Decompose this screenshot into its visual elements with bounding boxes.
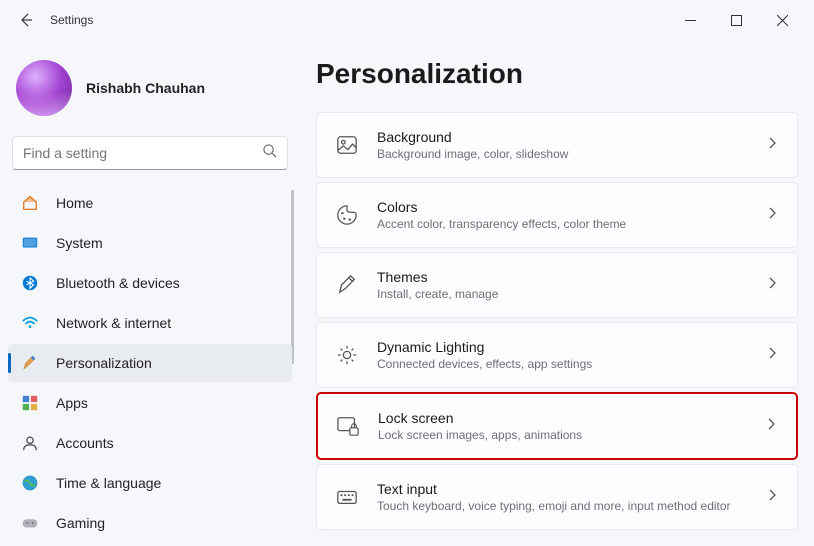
card-subtitle: Touch keyboard, voice typing, emoji and … — [377, 499, 765, 513]
sidebar-item-label: Apps — [56, 395, 88, 411]
accounts-icon — [20, 433, 40, 453]
chevron-right-icon — [765, 346, 779, 365]
system-icon — [20, 233, 40, 253]
username: Rishabh Chauhan — [86, 80, 205, 96]
profile-section[interactable]: Rishabh Chauhan — [8, 50, 292, 136]
maximize-button[interactable] — [722, 6, 750, 34]
card-subtitle: Background image, color, slideshow — [377, 147, 765, 161]
lock-screen-icon — [336, 414, 360, 438]
sidebar-item-label: Personalization — [56, 355, 152, 371]
sidebar-item-label: System — [56, 235, 103, 251]
sidebar-item-label: Accounts — [56, 435, 114, 451]
main-content: Personalization Background Background im… — [300, 40, 814, 546]
sidebar-item-accounts[interactable]: Accounts — [8, 424, 292, 462]
card-title: Themes — [377, 269, 765, 285]
maximize-icon — [731, 15, 742, 26]
avatar — [16, 60, 72, 116]
card-title: Text input — [377, 481, 765, 497]
card-title: Lock screen — [378, 410, 764, 426]
chevron-right-icon — [764, 417, 778, 436]
sidebar-item-apps[interactable]: Apps — [8, 384, 292, 422]
gaming-icon — [20, 513, 40, 533]
home-icon — [20, 193, 40, 213]
card-text-input[interactable]: Text input Touch keyboard, voice typing,… — [316, 464, 798, 530]
sidebar-item-time[interactable]: Time & language — [8, 464, 292, 502]
back-arrow-icon — [18, 12, 34, 28]
sidebar-item-bluetooth[interactable]: Bluetooth & devices — [8, 264, 292, 302]
card-subtitle: Accent color, transparency effects, colo… — [377, 217, 765, 231]
page-title: Personalization — [316, 58, 798, 90]
sidebar-item-label: Home — [56, 195, 93, 211]
sidebar-item-gaming[interactable]: Gaming — [8, 504, 292, 542]
card-lock-screen[interactable]: Lock screen Lock screen images, apps, an… — [316, 392, 798, 460]
card-background[interactable]: Background Background image, color, slid… — [316, 112, 798, 178]
card-dynamic-lighting[interactable]: Dynamic Lighting Connected devices, effe… — [316, 322, 798, 388]
sidebar-item-network[interactable]: Network & internet — [8, 304, 292, 342]
colors-icon — [335, 203, 359, 227]
card-subtitle: Connected devices, effects, app settings — [377, 357, 765, 371]
search-input[interactable] — [23, 145, 262, 161]
minimize-button[interactable] — [676, 6, 704, 34]
titlebar: Settings — [0, 0, 814, 40]
close-button[interactable] — [768, 6, 796, 34]
scrollbar[interactable] — [291, 190, 294, 364]
chevron-right-icon — [765, 276, 779, 295]
window-title: Settings — [50, 13, 93, 27]
chevron-right-icon — [765, 206, 779, 225]
back-button[interactable] — [16, 10, 36, 30]
search-icon — [262, 143, 277, 163]
card-themes[interactable]: Themes Install, create, manage — [316, 252, 798, 318]
card-subtitle: Install, create, manage — [377, 287, 765, 301]
card-colors[interactable]: Colors Accent color, transparency effect… — [316, 182, 798, 248]
sidebar-item-home[interactable]: Home — [8, 184, 292, 222]
close-icon — [777, 15, 788, 26]
card-title: Dynamic Lighting — [377, 339, 765, 355]
card-title: Colors — [377, 199, 765, 215]
card-title: Background — [377, 129, 765, 145]
background-icon — [335, 133, 359, 157]
sidebar-item-label: Gaming — [56, 515, 105, 531]
bluetooth-icon — [20, 273, 40, 293]
sidebar-item-label: Bluetooth & devices — [56, 275, 180, 291]
chevron-right-icon — [765, 136, 779, 155]
sidebar: Rishabh Chauhan Home System — [0, 40, 300, 546]
sidebar-item-personalization[interactable]: Personalization — [8, 344, 292, 382]
card-subtitle: Lock screen images, apps, animations — [378, 428, 764, 442]
apps-icon — [20, 393, 40, 413]
wifi-icon — [20, 313, 40, 333]
personalization-icon — [20, 353, 40, 373]
sidebar-item-system[interactable]: System — [8, 224, 292, 262]
lighting-icon — [335, 343, 359, 367]
chevron-right-icon — [765, 488, 779, 507]
minimize-icon — [685, 15, 696, 26]
search-box[interactable] — [12, 136, 288, 170]
time-icon — [20, 473, 40, 493]
nav-list: Home System Bluetooth & devices Network … — [8, 184, 292, 542]
keyboard-icon — [335, 485, 359, 509]
sidebar-item-label: Network & internet — [56, 315, 171, 331]
sidebar-item-label: Time & language — [56, 475, 161, 491]
themes-icon — [335, 273, 359, 297]
